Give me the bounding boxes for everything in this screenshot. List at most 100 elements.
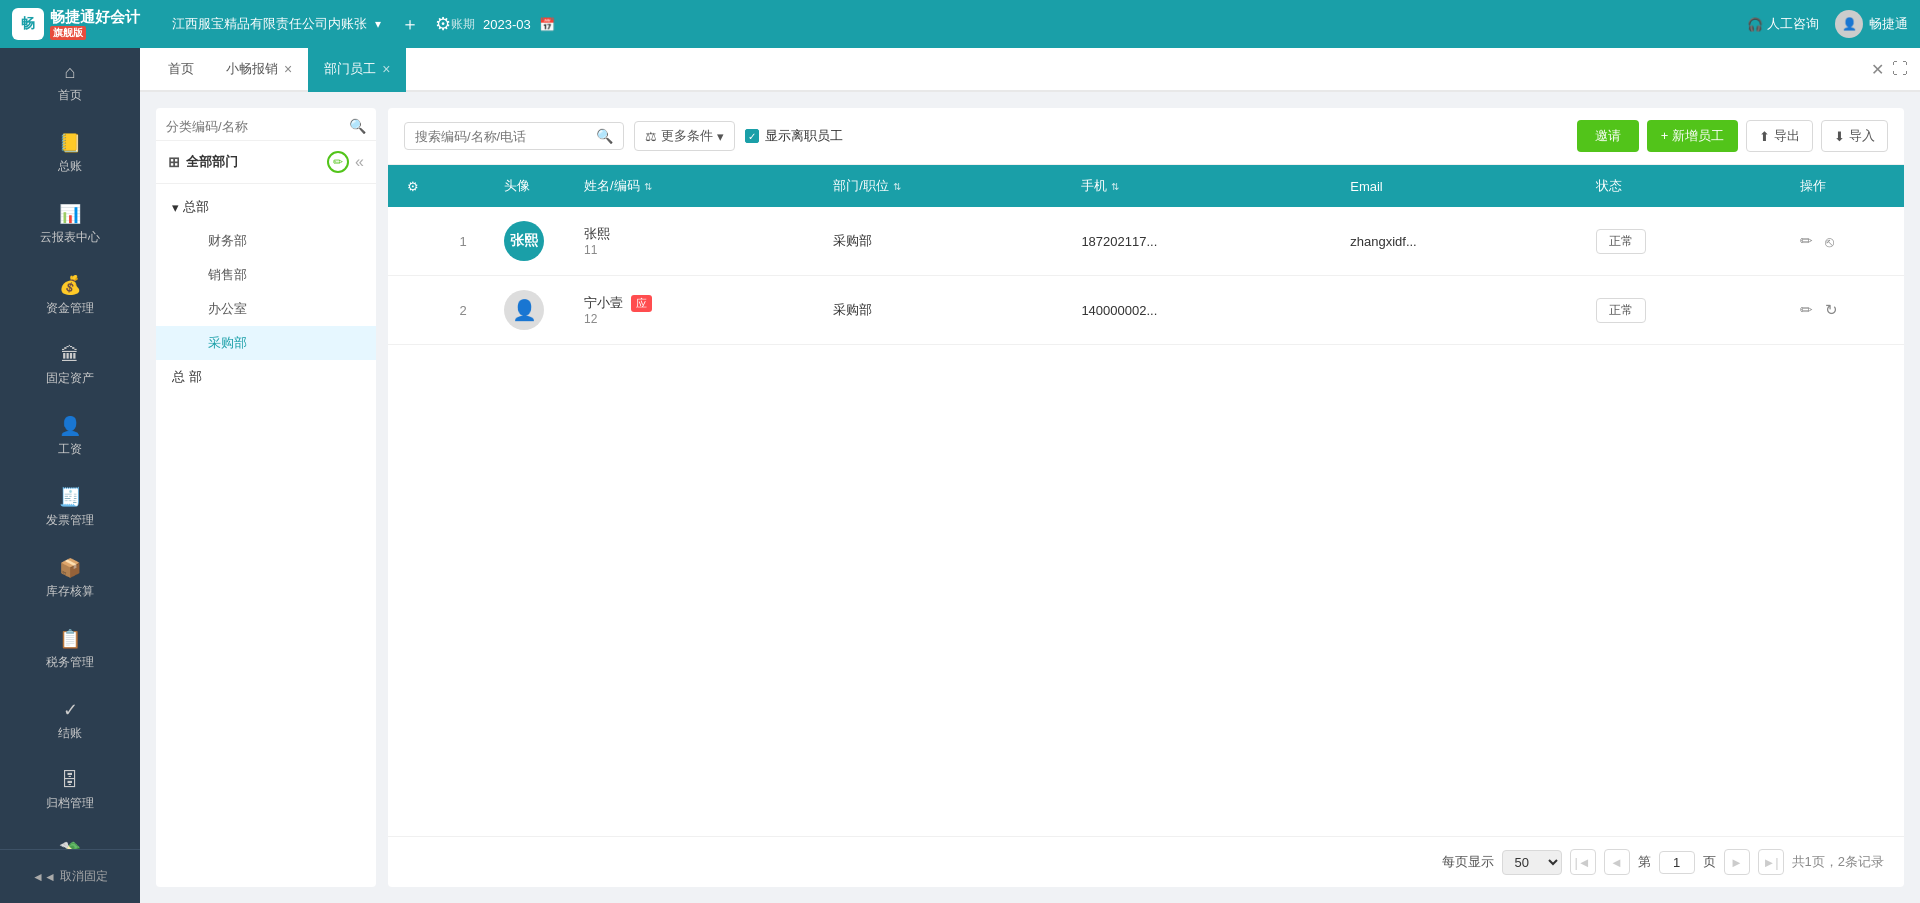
total-text: 共1页，2条记录	[1792, 853, 1884, 871]
user-avatar: 👤	[1835, 10, 1863, 38]
th-status: 状态	[1580, 165, 1784, 207]
headset-icon: 🎧	[1747, 17, 1763, 32]
dept-item-zongbu2[interactable]: 总 部	[156, 360, 376, 394]
payroll-icon: 👤	[59, 415, 81, 437]
sidebar-item-archive[interactable]: 🗄 归档管理	[0, 756, 140, 826]
tab-expense-close[interactable]: ×	[284, 61, 292, 77]
dept-item-zongbu[interactable]: ▾ 总部	[156, 190, 376, 224]
invite-button[interactable]: 邀请	[1577, 120, 1639, 152]
row2-action-btns: ✏ ↻	[1800, 301, 1888, 319]
sort-dept-icon[interactable]: ⇅	[893, 181, 901, 192]
dept-panel: 🔍 ⊞ 全部部门 ✏ « ▾ 总部	[156, 108, 376, 887]
dept-item-xiaoshou[interactable]: 销售部	[156, 258, 376, 292]
settings-icon[interactable]: ⚙	[435, 13, 451, 35]
sidebar-item-ledger[interactable]: 📒 总账	[0, 118, 140, 189]
company-selector[interactable]: 江西服宝精品有限责任公司内账张 ▾	[172, 15, 381, 33]
filter-button[interactable]: ⚖ 更多条件 ▾	[634, 121, 735, 151]
toolbar-right: 邀请 + 新增员工 ⬆ 导出 ⬇ 导入	[1577, 120, 1888, 152]
export-button[interactable]: ⬆ 导出	[1746, 120, 1813, 152]
sidebar-item-inventory[interactable]: 📦 库存核算	[0, 543, 140, 614]
dept-tree: ▾ 总部 财务部 销售部 办公室	[156, 184, 376, 887]
dept-collapse-button[interactable]: «	[355, 153, 364, 171]
sidebar-item-home[interactable]: ⌂ 首页	[0, 48, 140, 118]
last-page-button[interactable]: ►|	[1758, 849, 1784, 875]
pin-icon: ◄◄	[32, 870, 56, 884]
sidebar-item-closing[interactable]: ✓ 结账	[0, 685, 140, 756]
show-resigned-toggle[interactable]: ✓ 显示离职员工	[745, 127, 843, 145]
next-page-button[interactable]: ►	[1724, 849, 1750, 875]
row1-logout-icon[interactable]: ⎋	[1825, 233, 1834, 250]
sort-name-icon[interactable]: ⇅	[644, 181, 652, 192]
sidebar-item-funds[interactable]: 💰 资金管理	[0, 260, 140, 331]
cancel-fixed-button[interactable]: ◄◄ 取消固定	[0, 860, 140, 893]
sidebar-item-expense[interactable]: 💸 小畅报销	[0, 826, 140, 849]
show-resigned-checkbox[interactable]: ✓	[745, 129, 759, 143]
sidebar: ⌂ 首页 📒 总账 📊 云报表中心 💰 资金管理 🏛 固定资产 👤 工资	[0, 48, 140, 903]
company-name: 江西服宝精品有限责任公司内账张	[172, 15, 367, 33]
sidebar-label-archive: 归档管理	[46, 795, 94, 812]
row1-actions: ✏ ⎋	[1784, 207, 1904, 276]
reports-icon: 📊	[59, 203, 81, 225]
row1-num: 1	[438, 207, 488, 276]
calendar-icon[interactable]: 📅	[539, 17, 555, 32]
cancel-fixed-label: 取消固定	[60, 868, 108, 885]
import-icon: ⬇	[1834, 129, 1845, 144]
user-button[interactable]: 👤 畅捷通	[1835, 10, 1908, 38]
page-size-label: 每页显示	[1442, 853, 1494, 871]
row2-num: 2	[438, 276, 488, 345]
sidebar-item-assets[interactable]: 🏛 固定资产	[0, 331, 140, 401]
row1-code: 11	[584, 243, 801, 257]
maximize-window-icon[interactable]: ⛶	[1892, 60, 1908, 78]
th-name: 姓名/编码 ⇅	[568, 165, 817, 207]
page-size-select: 10 20 50 100	[1502, 850, 1562, 875]
tab-expense[interactable]: 小畅报销 ×	[210, 48, 308, 92]
close-window-icon[interactable]: ✕	[1871, 60, 1884, 79]
prev-page-button[interactable]: ◄	[1604, 849, 1630, 875]
row1-status-badge: 正常	[1596, 229, 1646, 254]
tab-dept-emp[interactable]: 部门员工 ×	[308, 48, 406, 92]
dept-item-caiwu[interactable]: 财务部	[156, 224, 376, 258]
page-size-dropdown[interactable]: 10 20 50 100	[1502, 850, 1562, 875]
sidebar-item-payroll[interactable]: 👤 工资	[0, 401, 140, 472]
dept-edit-button[interactable]: ✏	[327, 151, 349, 173]
page-word: 第	[1638, 853, 1651, 871]
dept-all-label: ⊞ 全部部门	[168, 153, 321, 171]
row2-code: 12	[584, 312, 801, 326]
add-emp-button[interactable]: + 新增员工	[1647, 120, 1738, 152]
sidebar-scroll: ⌂ 首页 📒 总账 📊 云报表中心 💰 资金管理 🏛 固定资产 👤 工资	[0, 48, 140, 849]
sidebar-item-reports[interactable]: 📊 云报表中心	[0, 189, 140, 260]
show-resigned-label: 显示离职员工	[765, 127, 843, 145]
dept-search-icon[interactable]: 🔍	[349, 118, 366, 134]
page-input[interactable]	[1659, 851, 1695, 874]
dept-item-caigou[interactable]: 采购部	[156, 326, 376, 360]
sidebar-item-tax[interactable]: 📋 税务管理	[0, 614, 140, 685]
row2-edit-icon[interactable]: ✏	[1800, 301, 1813, 319]
inventory-icon: 📦	[59, 557, 81, 579]
dept-grid-icon: ⊞	[168, 154, 180, 170]
employees-table: ⚙ 头像 姓名/编码 ⇅	[388, 165, 1904, 345]
emp-layout: 🔍 ⊞ 全部部门 ✏ « ▾ 总部	[156, 108, 1904, 887]
row1-action-btns: ✏ ⎋	[1800, 232, 1888, 250]
add-icon[interactable]: ＋	[401, 12, 419, 36]
tab-dept-emp-close[interactable]: ×	[382, 61, 390, 77]
sort-phone-icon[interactable]: ⇅	[1111, 181, 1119, 192]
dept-item-bangong[interactable]: 办公室	[156, 292, 376, 326]
emp-search-icon[interactable]: 🔍	[596, 128, 613, 144]
import-button[interactable]: ⬇ 导入	[1821, 120, 1888, 152]
tab-home[interactable]: 首页	[152, 48, 210, 92]
dept-search-input[interactable]	[166, 119, 343, 134]
row2-avatar: 👤	[504, 290, 544, 330]
gear-th-icon[interactable]: ⚙	[407, 179, 419, 194]
th-avatar: 头像	[488, 165, 568, 207]
tabs-bar: 首页 小畅报销 × 部门员工 × ✕ ⛶	[140, 48, 1920, 92]
sidebar-item-invoice[interactable]: 🧾 发票管理	[0, 472, 140, 543]
service-button[interactable]: 🎧 人工咨询	[1747, 15, 1819, 33]
closing-icon: ✓	[63, 699, 78, 721]
row1-name-cell: 张熙 11	[568, 207, 817, 276]
emp-search-input[interactable]	[415, 129, 590, 144]
row2-refresh-icon[interactable]: ↻	[1825, 301, 1838, 319]
assets-icon: 🏛	[61, 345, 79, 366]
tabs-right: ✕ ⛶	[1871, 60, 1908, 79]
first-page-button[interactable]: |◄	[1570, 849, 1596, 875]
row1-edit-icon[interactable]: ✏	[1800, 232, 1813, 250]
